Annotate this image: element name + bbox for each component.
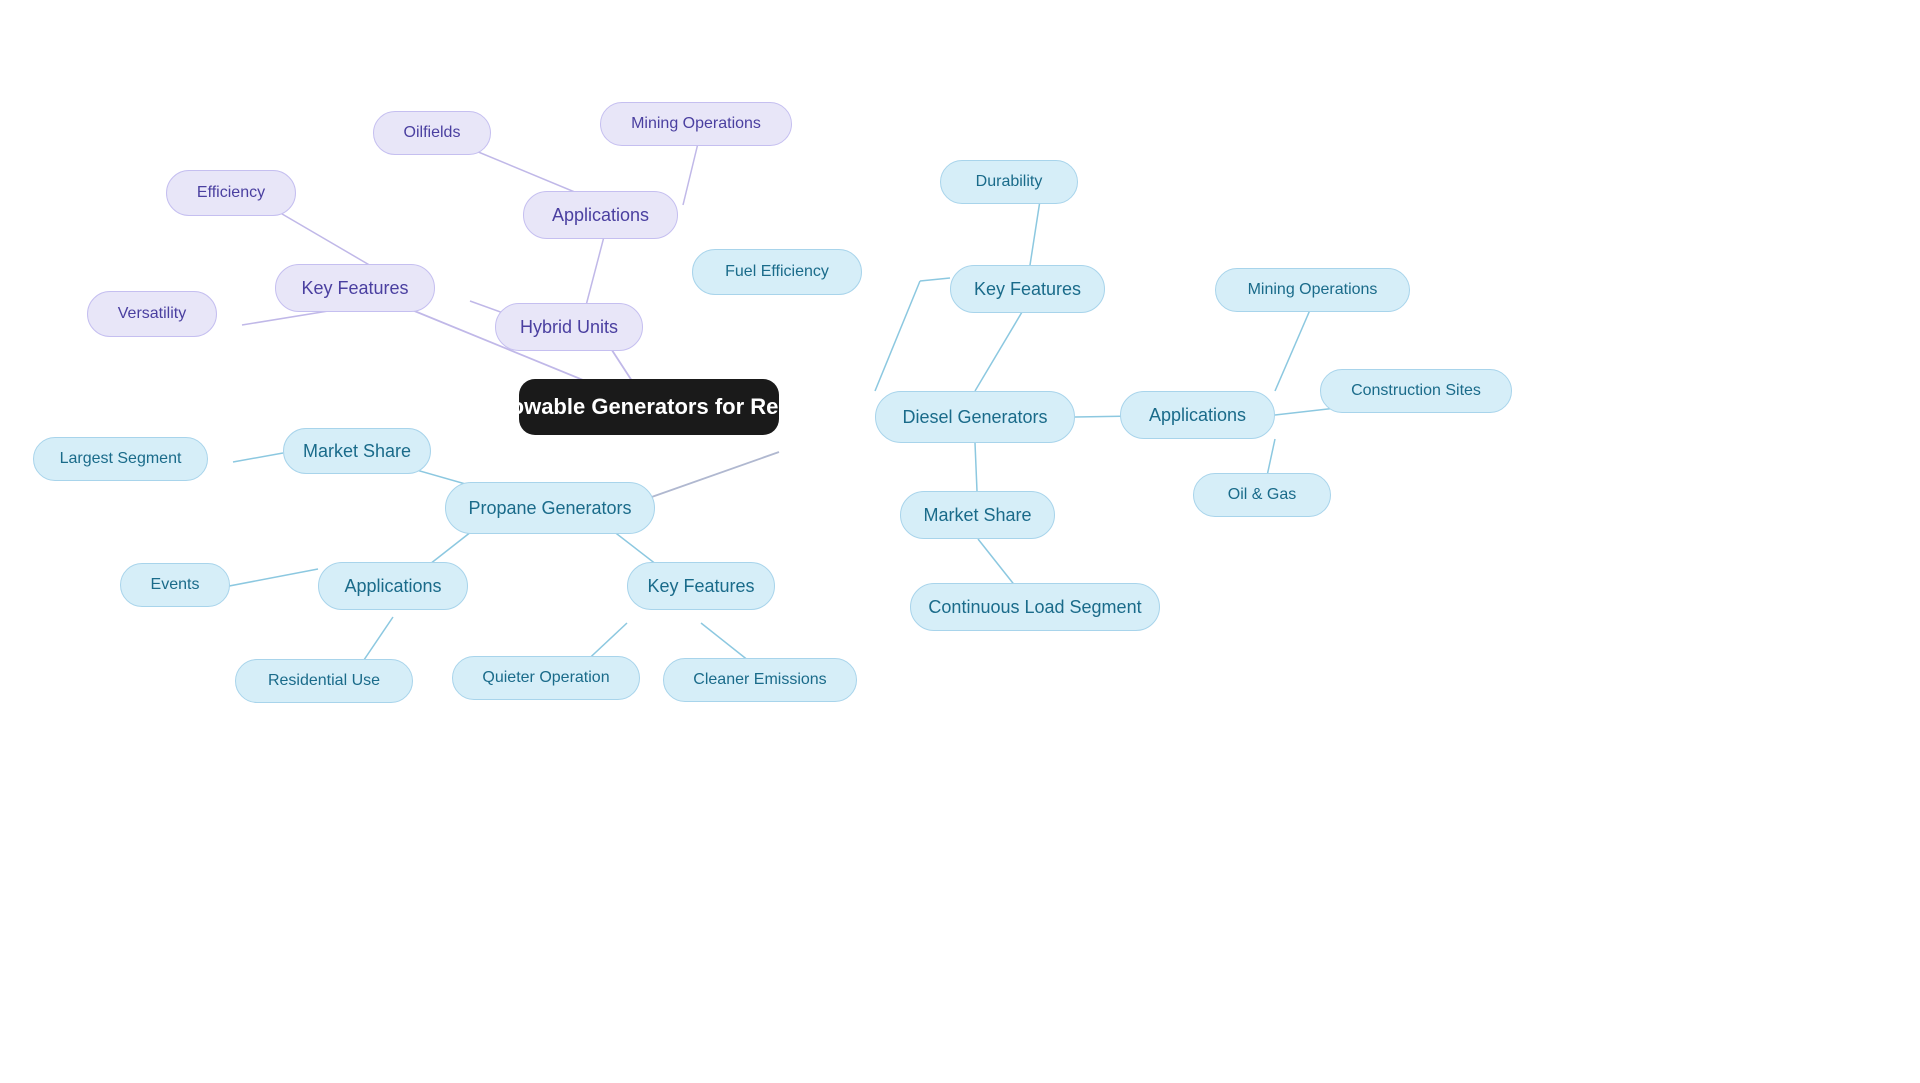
largest-segment-node[interactable]: Largest Segment — [33, 437, 208, 481]
oil-gas-node[interactable]: Oil & Gas — [1193, 473, 1331, 517]
construction-sites-node[interactable]: Construction Sites — [1320, 369, 1512, 413]
propane-generators-node[interactable]: Propane Generators — [445, 482, 655, 534]
market-share-left-node[interactable]: Market Share — [283, 428, 431, 474]
efficiency-node[interactable]: Efficiency — [166, 170, 296, 216]
hybrid-units-node[interactable]: Hybrid Units — [495, 303, 643, 351]
durability-node[interactable]: Durability — [940, 160, 1078, 204]
events-node[interactable]: Events — [120, 563, 230, 607]
mining-operations-top-node[interactable]: Mining Operations — [600, 102, 792, 146]
fuel-efficiency-node[interactable]: Fuel Efficiency — [692, 249, 862, 295]
quieter-operation-node[interactable]: Quieter Operation — [452, 656, 640, 700]
cleaner-emissions-node[interactable]: Cleaner Emissions — [663, 658, 857, 702]
center-node[interactable]: Towable Generators for Rent — [519, 379, 779, 435]
diesel-applications-node[interactable]: Applications — [1120, 391, 1275, 439]
oilfields-node[interactable]: Oilfields — [373, 111, 491, 155]
hybrid-applications-node[interactable]: Applications — [523, 191, 678, 239]
continuous-load-node[interactable]: Continuous Load Segment — [910, 583, 1160, 631]
propane-applications-node[interactable]: Applications — [318, 562, 468, 610]
diesel-market-share-node[interactable]: Market Share — [900, 491, 1055, 539]
residential-use-node[interactable]: Residential Use — [235, 659, 413, 703]
diesel-generators-node[interactable]: Diesel Generators — [875, 391, 1075, 443]
hybrid-key-features-node[interactable]: Key Features — [275, 264, 435, 312]
versatility-node[interactable]: Versatility — [87, 291, 217, 337]
propane-key-features-node[interactable]: Key Features — [627, 562, 775, 610]
diesel-key-features-node[interactable]: Key Features — [950, 265, 1105, 313]
mining-operations-right-node[interactable]: Mining Operations — [1215, 268, 1410, 312]
